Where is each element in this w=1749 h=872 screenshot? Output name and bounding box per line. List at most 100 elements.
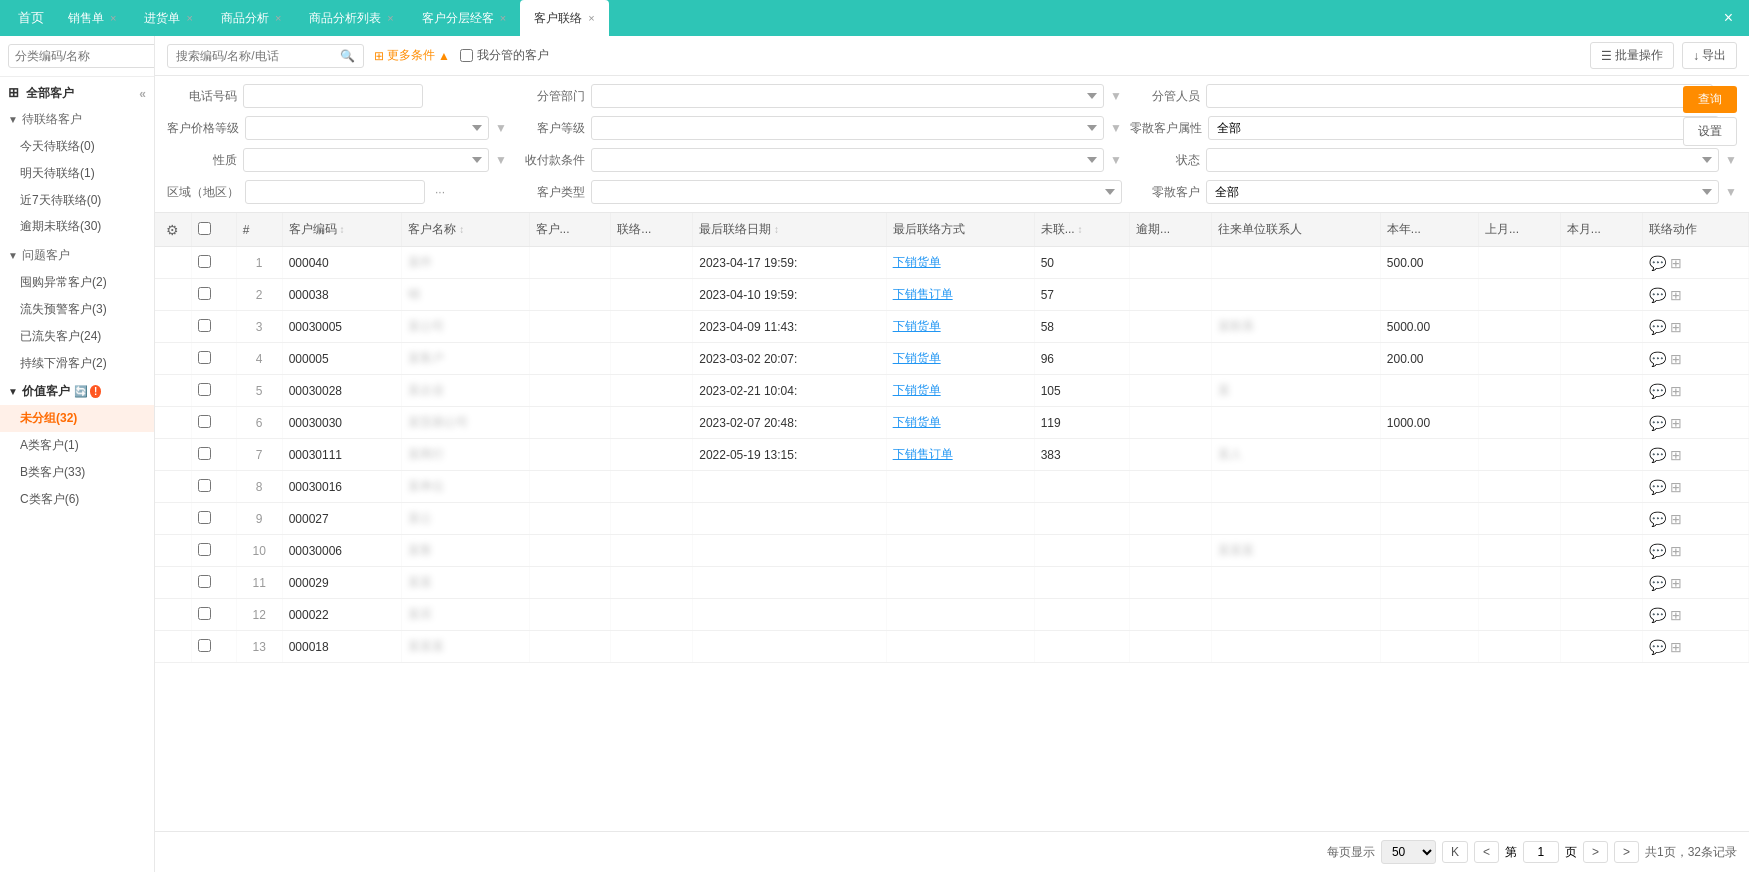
chat-action-icon[interactable]: 💬 xyxy=(1649,415,1666,431)
contact-method-link[interactable]: 下销售订单 xyxy=(893,447,953,461)
sidebar-item-class-a[interactable]: A类客户(1) xyxy=(0,432,154,459)
export-button[interactable]: ↓ 导出 xyxy=(1682,42,1737,69)
my-customers-checkbox[interactable] xyxy=(460,49,473,62)
row-select-checkbox[interactable] xyxy=(198,255,211,268)
prev-page-button[interactable]: < xyxy=(1474,841,1499,863)
sidebar-group-value-title[interactable]: ▼ 价值客户 🔄 ! xyxy=(0,378,154,405)
row-select-checkbox[interactable] xyxy=(198,319,211,332)
chat-action-icon[interactable]: 💬 xyxy=(1649,639,1666,655)
batch-operation-button[interactable]: ☰ 批量操作 xyxy=(1590,42,1674,69)
chat-action-icon[interactable]: 💬 xyxy=(1649,255,1666,271)
grid-action-icon[interactable]: ⊞ xyxy=(1670,479,1682,495)
sidebar-item-class-c[interactable]: C类客户(6) xyxy=(0,486,154,513)
grid-action-icon[interactable]: ⊞ xyxy=(1670,607,1682,623)
grid-action-icon[interactable]: ⊞ xyxy=(1670,575,1682,591)
region-input[interactable] xyxy=(245,180,425,204)
sidebar-item-churned[interactable]: 已流失客户(24) xyxy=(0,323,154,350)
contact-method-link[interactable]: 下销货单 xyxy=(893,351,941,365)
sidebar-group-pending-title[interactable]: ▼ 待联络客户 xyxy=(0,106,154,133)
sidebar-search-input[interactable] xyxy=(8,44,155,68)
nav-tab-sales[interactable]: 销售单 × xyxy=(54,0,130,36)
contact-method-link[interactable]: 下销货单 xyxy=(893,255,941,269)
row-select-checkbox[interactable] xyxy=(198,543,211,556)
row-select-checkbox[interactable] xyxy=(198,639,211,652)
nav-tab-customer-tier[interactable]: 客户分层经客 × xyxy=(408,0,520,36)
contact-method-link[interactable]: 下销货单 xyxy=(893,383,941,397)
main-search-icon[interactable]: 🔍 xyxy=(340,49,355,63)
manager-input[interactable] xyxy=(1206,84,1713,108)
row-select-checkbox[interactable] xyxy=(198,287,211,300)
nav-tab-customer-contact[interactable]: 客户联络 × xyxy=(520,0,608,36)
grid-action-icon[interactable]: ⊞ xyxy=(1670,255,1682,271)
row-select-checkbox[interactable] xyxy=(198,351,211,364)
grid-action-icon[interactable]: ⊞ xyxy=(1670,415,1682,431)
chat-action-icon[interactable]: 💬 xyxy=(1649,511,1666,527)
close-tab-sales-icon[interactable]: × xyxy=(110,12,116,24)
retail-attr-select[interactable]: 全部 xyxy=(1208,116,1719,140)
grid-action-icon[interactable]: ⊞ xyxy=(1670,351,1682,367)
sidebar-item-overdue-contact[interactable]: 逾期未联络(30) xyxy=(0,213,154,240)
contact-method-link[interactable]: 下销货单 xyxy=(893,319,941,333)
more-conditions-btn[interactable]: ⊞ 更多条件 ▲ xyxy=(374,47,450,64)
status-select[interactable] xyxy=(1206,148,1719,172)
chat-action-icon[interactable]: 💬 xyxy=(1649,447,1666,463)
last-page-button[interactable]: > xyxy=(1614,841,1639,863)
nature-select[interactable] xyxy=(243,148,489,172)
sidebar-item-declining[interactable]: 持续下滑客户(2) xyxy=(0,350,154,377)
settings-gear-icon[interactable]: ⚙ xyxy=(166,222,179,238)
select-all-checkbox[interactable] xyxy=(198,222,211,235)
chat-action-icon[interactable]: 💬 xyxy=(1649,543,1666,559)
sidebar-item-unclassified[interactable]: 未分组(32) xyxy=(0,405,154,432)
chat-action-icon[interactable]: 💬 xyxy=(1649,383,1666,399)
sidebar-item-churn-warning[interactable]: 流失预警客户(3) xyxy=(0,296,154,323)
chat-action-icon[interactable]: 💬 xyxy=(1649,607,1666,623)
all-customers-header[interactable]: ⊞ 全部客户 « xyxy=(0,77,154,106)
row-select-checkbox[interactable] xyxy=(198,575,211,588)
close-tab-customer-contact-icon[interactable]: × xyxy=(588,12,594,24)
row-select-checkbox[interactable] xyxy=(198,511,211,524)
grid-action-icon[interactable]: ⊞ xyxy=(1670,383,1682,399)
region-more-icon[interactable]: ··· xyxy=(431,185,449,199)
nav-home[interactable]: 首页 xyxy=(8,9,54,27)
customer-type-select[interactable] xyxy=(591,180,1122,204)
grid-action-icon[interactable]: ⊞ xyxy=(1670,639,1682,655)
th-no-contact[interactable]: 未联... xyxy=(1034,213,1129,247)
th-code[interactable]: 客户编码 xyxy=(282,213,402,247)
close-window-icon[interactable]: × xyxy=(1716,9,1741,27)
per-page-select[interactable]: 50 100 200 xyxy=(1381,840,1436,864)
grid-action-icon[interactable]: ⊞ xyxy=(1670,447,1682,463)
row-select-checkbox[interactable] xyxy=(198,607,211,620)
grid-action-icon[interactable]: ⊞ xyxy=(1670,543,1682,559)
nav-tab-analysis-list[interactable]: 商品分析列表 × xyxy=(295,0,407,36)
page-number-input[interactable] xyxy=(1523,841,1559,863)
th-last-date[interactable]: 最后联络日期 xyxy=(693,213,886,247)
first-page-button[interactable]: K xyxy=(1442,841,1468,863)
sidebar-group-problem-title[interactable]: ▼ 问题客户 xyxy=(0,242,154,269)
sidebar-collapse-icon[interactable]: « xyxy=(139,87,146,101)
chat-action-icon[interactable]: 💬 xyxy=(1649,287,1666,303)
contact-method-link[interactable]: 下销售订单 xyxy=(893,287,953,301)
query-button[interactable]: 查询 xyxy=(1683,86,1737,113)
row-select-checkbox[interactable] xyxy=(198,479,211,492)
main-search-input[interactable] xyxy=(176,49,336,63)
payment-select[interactable] xyxy=(591,148,1104,172)
close-tab-purchase-icon[interactable]: × xyxy=(186,12,192,24)
contact-method-link[interactable]: 下销货单 xyxy=(893,415,941,429)
grid-action-icon[interactable]: ⊞ xyxy=(1670,511,1682,527)
close-tab-analysis-list-icon[interactable]: × xyxy=(387,12,393,24)
row-select-checkbox[interactable] xyxy=(198,415,211,428)
reset-button[interactable]: 设置 xyxy=(1683,117,1737,146)
nav-tab-purchase[interactable]: 进货单 × xyxy=(130,0,206,36)
customer-level-select[interactable] xyxy=(591,116,1104,140)
chat-action-icon[interactable]: 💬 xyxy=(1649,575,1666,591)
price-level-select[interactable] xyxy=(245,116,489,140)
sidebar-item-today[interactable]: 今天待联络(0) xyxy=(0,133,154,160)
sidebar-item-abnormal[interactable]: 囤购异常客户(2) xyxy=(0,269,154,296)
chat-action-icon[interactable]: 💬 xyxy=(1649,351,1666,367)
row-select-checkbox[interactable] xyxy=(198,383,211,396)
grid-action-icon[interactable]: ⊞ xyxy=(1670,287,1682,303)
sidebar-item-tomorrow[interactable]: 明天待联络(1) xyxy=(0,160,154,187)
sidebar-item-7days[interactable]: 近7天待联络(0) xyxy=(0,187,154,214)
retail-customer-select[interactable]: 全部 xyxy=(1206,180,1719,204)
next-page-button[interactable]: > xyxy=(1583,841,1608,863)
